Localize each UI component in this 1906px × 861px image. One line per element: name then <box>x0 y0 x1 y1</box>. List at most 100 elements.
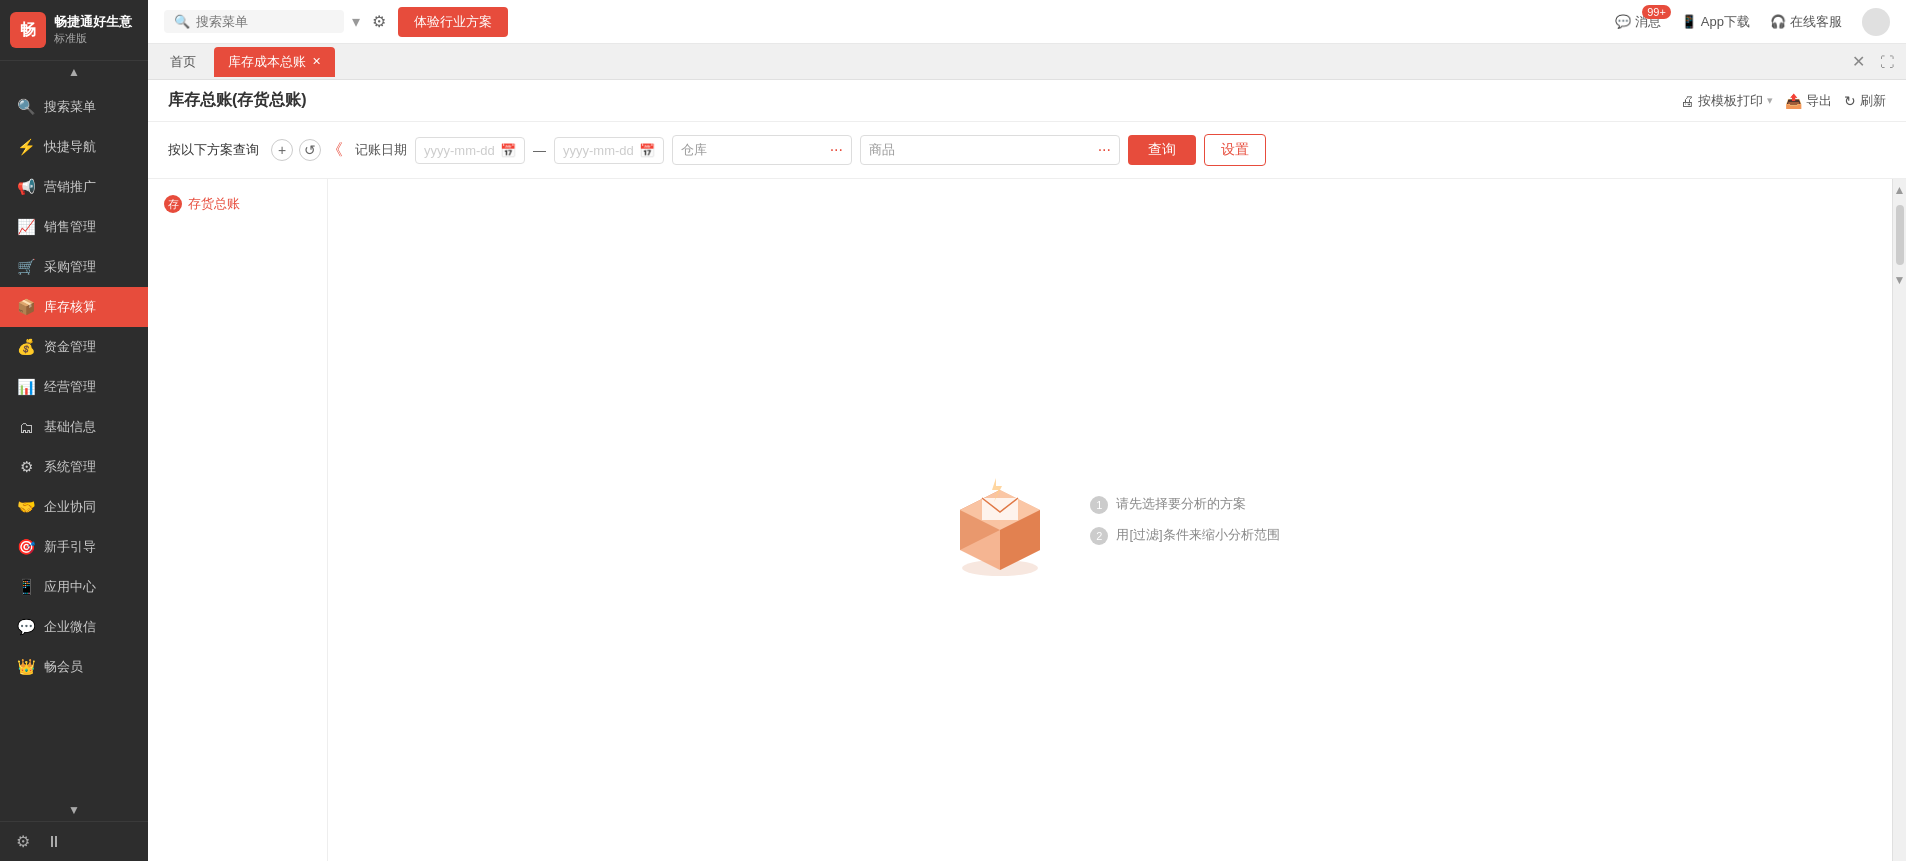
finance-icon: 💰 <box>16 337 36 357</box>
newbie-icon: 🎯 <box>16 537 36 557</box>
empty-state: 1 请先选择要分析的方案 2 用[过滤]条件来缩小分析范围 <box>328 179 1892 861</box>
sidebar-item-newbie[interactable]: 🎯 新手引导 <box>0 527 148 567</box>
purchase-icon: 🛒 <box>16 257 36 277</box>
search-box[interactable]: 🔍 <box>164 10 344 33</box>
logo-area: 畅 畅捷通好生意 标准版 <box>0 0 148 61</box>
topbar-search-area: 🔍 ▾ ⚙ 体验行业方案 <box>164 7 1607 37</box>
topbar-settings-icon[interactable]: ⚙ <box>368 8 390 35</box>
topbar-search-icon: 🔍 <box>174 14 190 29</box>
scroll-down-button[interactable]: ▼ <box>1890 269 1906 291</box>
sidebar-label-sales: 销售管理 <box>44 218 96 236</box>
print-dropdown-icon[interactable]: ▾ <box>1767 94 1773 107</box>
sidebar-item-vip[interactable]: 👑 畅会员 <box>0 647 148 687</box>
refresh-button[interactable]: ↻ 刷新 <box>1844 92 1886 110</box>
tab-inventory-ledger[interactable]: 库存成本总账 ✕ <box>214 47 335 77</box>
message-button[interactable]: 💬 消息 99+ <box>1615 13 1661 31</box>
scroll-thumb[interactable] <box>1896 205 1904 265</box>
sidebar-item-sales[interactable]: 📈 销售管理 <box>0 207 148 247</box>
tab-home[interactable]: 首页 <box>156 47 210 77</box>
search-dropdown-icon[interactable]: ▾ <box>352 12 360 31</box>
tab-close-icon[interactable]: ✕ <box>312 55 321 68</box>
filter-label: 按以下方案查询 <box>168 141 259 159</box>
content-area: 存 存货总账 <box>148 179 1906 861</box>
sidebar-label-operations: 经营管理 <box>44 378 96 396</box>
export-button[interactable]: 📤 导出 <box>1785 92 1832 110</box>
refresh-icon: ↻ <box>1844 93 1856 109</box>
warehouse-select[interactable]: 仓库 ··· <box>672 135 852 165</box>
sidebar-scroll-down[interactable]: ▼ <box>68 801 80 819</box>
search-input[interactable] <box>196 14 316 29</box>
footer-toggle-icon[interactable]: ⏸ <box>46 833 62 851</box>
sidebar-label-base-info: 基础信息 <box>44 418 96 436</box>
goods-more-icon[interactable]: ··· <box>1098 141 1111 159</box>
scheme-icon: 存 <box>164 195 182 213</box>
tip-num-1: 1 <box>1090 496 1108 514</box>
app-download-button[interactable]: 📱 App下载 <box>1681 13 1750 31</box>
online-service-label: 在线客服 <box>1790 13 1842 31</box>
sidebar-item-quick-nav[interactable]: ⚡ 快捷导航 <box>0 127 148 167</box>
warehouse-more-icon[interactable]: ··· <box>830 141 843 159</box>
filter-add-button[interactable]: + <box>271 139 293 161</box>
empty-tip-1: 1 请先选择要分析的方案 <box>1090 495 1279 514</box>
date-label: 记账日期 <box>355 141 407 159</box>
operations-icon: 📊 <box>16 377 36 397</box>
sidebar-item-system[interactable]: ⚙ 系统管理 <box>0 447 148 487</box>
logo-text: 畅捷通好生意 标准版 <box>54 13 132 47</box>
sidebar-item-inventory[interactable]: 📦 库存核算 <box>0 287 148 327</box>
topbar: 🔍 ▾ ⚙ 体验行业方案 💬 消息 99+ 📱 App下载 🎧 在线客服 <box>148 0 1906 44</box>
sidebar-label-vip: 畅会员 <box>44 658 83 676</box>
logo-icon: 畅 <box>10 12 46 48</box>
sidebar-label-purchase: 采购管理 <box>44 258 96 276</box>
query-button[interactable]: 查询 <box>1128 135 1196 165</box>
date-start-input[interactable]: yyyy-mm-dd 📅 <box>415 137 525 164</box>
sidebar-item-purchase[interactable]: 🛒 采购管理 <box>0 247 148 287</box>
empty-illustration-svg <box>940 460 1060 580</box>
inventory-icon: 📦 <box>16 297 36 317</box>
print-icon: 🖨 <box>1680 93 1694 109</box>
sidebar-item-search[interactable]: 🔍 搜索菜单 <box>0 87 148 127</box>
sidebar-label-inventory: 库存核算 <box>44 298 96 316</box>
sidebar-label-app-center: 应用中心 <box>44 578 96 596</box>
enterprise-icon: 🤝 <box>16 497 36 517</box>
sidebar-item-wechat[interactable]: 💬 企业微信 <box>0 607 148 647</box>
page-content: 库存总账(存货总账) 🖨 按模板打印 ▾ 📤 导出 ↻ 刷新 按以下方案查询 <box>148 80 1906 861</box>
scroll-up-button[interactable]: ▲ <box>1890 179 1906 201</box>
sidebar-item-base-info[interactable]: 🗂 基础信息 <box>0 407 148 447</box>
goods-select[interactable]: 商品 ··· <box>860 135 1120 165</box>
online-service-button[interactable]: 🎧 在线客服 <box>1770 13 1842 31</box>
filter-reset-button[interactable]: ↺ <box>299 139 321 161</box>
sidebar-label-newbie: 新手引导 <box>44 538 96 556</box>
panel-close-button[interactable]: ✕ <box>1844 48 1872 76</box>
industry-solution-button[interactable]: 体验行业方案 <box>398 7 508 37</box>
sales-icon: 📈 <box>16 217 36 237</box>
right-scrollbar: ▲ ▼ <box>1892 179 1906 861</box>
export-icon: 📤 <box>1785 93 1802 109</box>
search-icon: 🔍 <box>16 97 36 117</box>
sidebar-item-marketing[interactable]: 📢 营销推广 <box>0 167 148 207</box>
sidebar-scroll-up[interactable]: ▲ <box>68 63 80 81</box>
user-avatar[interactable] <box>1862 8 1890 36</box>
tip-text-1: 请先选择要分析的方案 <box>1116 495 1246 513</box>
sidebar-item-operations[interactable]: 📊 经营管理 <box>0 367 148 407</box>
filter-settings-button[interactable]: 设置 <box>1204 134 1266 166</box>
scheme-item-inventory-total[interactable]: 存 存货总账 <box>148 187 327 221</box>
print-template-button[interactable]: 🖨 按模板打印 ▾ <box>1680 92 1773 110</box>
footer-settings-icon[interactable]: ⚙ <box>16 832 30 851</box>
panel-resize-button[interactable]: ⛶ <box>1876 51 1898 73</box>
date-end-input[interactable]: yyyy-mm-dd 📅 <box>554 137 664 164</box>
calendar-end-icon[interactable]: 📅 <box>639 143 655 158</box>
tab-home-label: 首页 <box>170 53 196 71</box>
calendar-start-icon[interactable]: 📅 <box>500 143 516 158</box>
sidebar-footer: ⚙ ⏸ <box>0 821 148 861</box>
sidebar-item-enterprise[interactable]: 🤝 企业协同 <box>0 487 148 527</box>
sidebar-item-finance[interactable]: 💰 资金管理 <box>0 327 148 367</box>
sidebar-item-app-center[interactable]: 📱 应用中心 <box>0 567 148 607</box>
edition-label: 标准版 <box>54 31 132 46</box>
filter-collapse-button[interactable]: 《 <box>327 140 343 161</box>
sidebar-label-search: 搜索菜单 <box>44 98 96 116</box>
main-area: 🔍 ▾ ⚙ 体验行业方案 💬 消息 99+ 📱 App下载 🎧 在线客服 <box>148 0 1906 861</box>
app-center-icon: 📱 <box>16 577 36 597</box>
message-badge: 99+ <box>1642 5 1671 19</box>
message-icon: 💬 <box>1615 14 1631 29</box>
sidebar-label-system: 系统管理 <box>44 458 96 476</box>
